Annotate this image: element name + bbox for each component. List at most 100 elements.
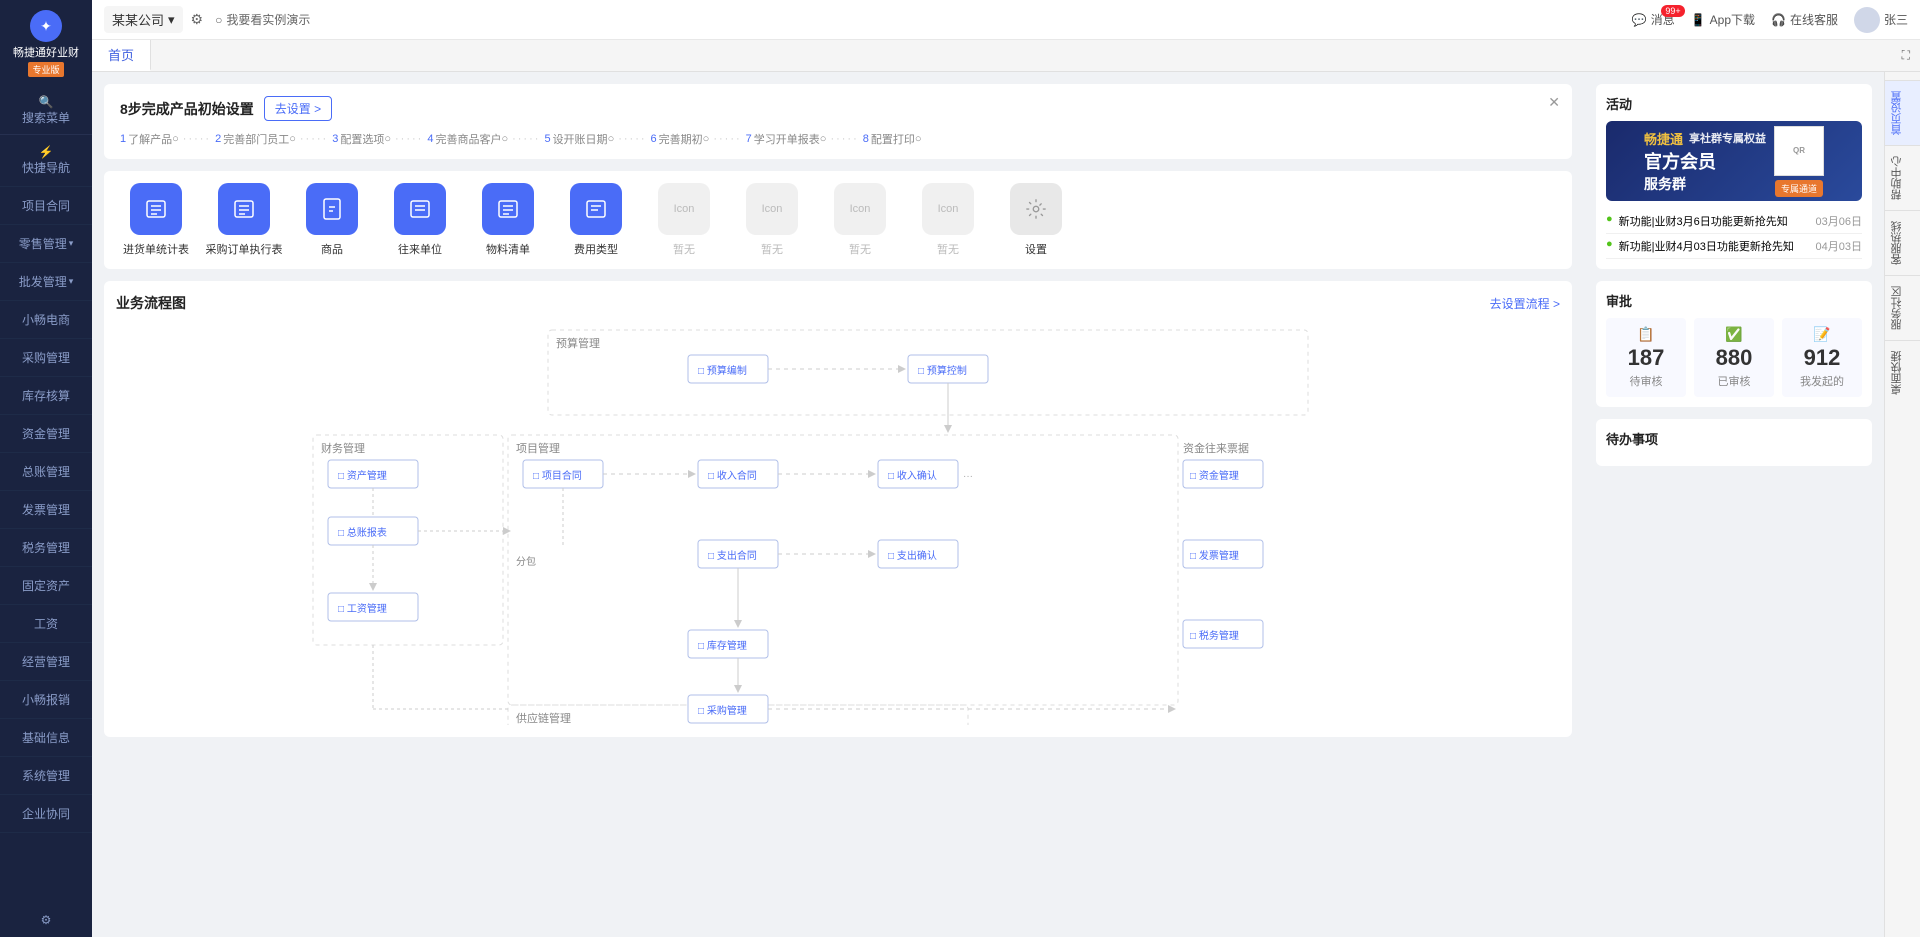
- quick-item-6[interactable]: Icon 暂无: [644, 183, 724, 257]
- demo-link[interactable]: ○ 我要看实例演示: [215, 11, 310, 28]
- svg-text:□ 项目合同: □ 项目合同: [533, 469, 582, 482]
- banner-btn[interactable]: 专属通道: [1775, 180, 1823, 197]
- expand-button[interactable]: ⛶: [1892, 40, 1920, 71]
- quick-icon-0: [130, 183, 182, 235]
- svg-text:□ 预算编制: □ 预算编制: [698, 364, 747, 377]
- approval-item-1[interactable]: ✅ 880 已审核: [1694, 318, 1774, 397]
- sidebar-search-label: 搜索菜单: [8, 109, 84, 126]
- sidebar-item-label-6: 采购管理: [22, 349, 70, 366]
- sidebar-item-label-1: 快捷导航: [22, 159, 70, 176]
- notice-item-0: ● 新功能|业财3月6日功能更新抢先知 03月06日: [1606, 209, 1862, 234]
- sidebar-item-quick-nav[interactable]: ⚡ 快捷导航: [0, 135, 92, 187]
- approval-item-2[interactable]: 📝 912 我发起的: [1782, 318, 1862, 397]
- topbar: 某某公司 ▾ ⚙ ○ 我要看实例演示 💬 消息 99+ 📱 App下载 🎧 在线…: [92, 0, 1920, 40]
- quick-icon-9: Icon: [922, 183, 974, 235]
- brand-text: 畅捷通: [1644, 129, 1683, 148]
- sidebar-item-label-12: 固定资产: [22, 577, 70, 594]
- quick-item-8[interactable]: Icon 暂无: [820, 183, 900, 257]
- sidebar-item-purchase[interactable]: 采购管理: [0, 339, 92, 377]
- sidebar-search[interactable]: 🔍 搜索菜单: [0, 87, 92, 135]
- close-banner-button[interactable]: ✕: [1548, 94, 1560, 111]
- quick-item-10[interactable]: 设置: [996, 183, 1076, 257]
- banner-subtitle: 享社群专属权益: [1689, 130, 1766, 146]
- svg-text:···: ···: [963, 471, 973, 482]
- step-1: 1 了解产品 ○: [120, 131, 179, 147]
- right-link-1[interactable]: 帮助中心: [1885, 145, 1920, 210]
- approval-grid: 📋 187 待审核 ✅ 880 已审核 📝 912 我发起的: [1606, 318, 1862, 397]
- company-selector[interactable]: 某某公司 ▾: [104, 6, 183, 33]
- settings-button[interactable]: ⚙: [191, 11, 204, 28]
- quick-label-8: 暂无: [849, 241, 871, 257]
- sidebar-item-fixed-assets[interactable]: 固定资产: [0, 567, 92, 605]
- quick-icon-4: [482, 183, 534, 235]
- approval-label-1: 已审核: [1698, 373, 1770, 389]
- sidebar-item-inventory[interactable]: 库存核算: [0, 377, 92, 415]
- activity-card: 活动 畅捷通 享社群专属权益 官方会员 服务群: [1596, 84, 1872, 269]
- approval-item-0[interactable]: 📋 187 待审核: [1606, 318, 1686, 397]
- user-menu[interactable]: 张三: [1854, 7, 1908, 33]
- flow-setup-link[interactable]: 去设置流程 >: [1490, 295, 1560, 312]
- right-link-0[interactable]: 首页设置: [1885, 80, 1920, 145]
- approval-label-2: 我发起的: [1786, 373, 1858, 389]
- quick-label-9: 暂无: [937, 241, 959, 257]
- sidebar-item-basic-info[interactable]: 基础信息: [0, 719, 92, 757]
- sidebar-item-ecom[interactable]: 小畅电商: [0, 301, 92, 339]
- svg-text:□ 资金管理: □ 资金管理: [1190, 469, 1239, 482]
- quick-item-3[interactable]: 往来单位: [380, 183, 460, 257]
- quick-label-10: 设置: [1025, 241, 1047, 257]
- nav-icon: ⚡: [39, 145, 54, 159]
- go-setup-button[interactable]: 去设置 >: [264, 96, 332, 121]
- message-icon: 💬: [1632, 13, 1647, 27]
- right-sidebar: 活动 畅捷通 享社群专属权益 官方会员 服务群: [1584, 72, 1884, 937]
- app-download-button[interactable]: 📱 App下载: [1691, 11, 1755, 28]
- svg-text:□ 发票管理: □ 发票管理: [1190, 549, 1239, 562]
- main-area: 某某公司 ▾ ⚙ ○ 我要看实例演示 💬 消息 99+ 📱 App下载 🎧 在线…: [92, 0, 1920, 937]
- sidebar-item-finance[interactable]: 资金管理: [0, 415, 92, 453]
- dot-icon-1: ●: [1606, 238, 1613, 250]
- sidebar-item-operations[interactable]: 经营管理: [0, 643, 92, 681]
- quick-item-9[interactable]: Icon 暂无: [908, 183, 988, 257]
- sidebar-item-system[interactable]: 系统管理: [0, 757, 92, 795]
- quick-label-2: 商品: [321, 241, 343, 257]
- sidebar-item-label-18: 企业协同: [22, 805, 70, 822]
- online-service-button[interactable]: 🎧 在线客服: [1771, 11, 1838, 28]
- sidebar-settings[interactable]: ⚙: [0, 903, 92, 937]
- sidebar-item-label-13: 工资: [34, 615, 58, 632]
- sidebar-item-project[interactable]: 项目合同: [0, 187, 92, 225]
- search-icon: 🔍: [39, 95, 54, 109]
- sidebar-item-retail[interactable]: 零售管理 ▾: [0, 225, 92, 263]
- quick-item-5[interactable]: 费用类型: [556, 183, 636, 257]
- chevron-down-icon: ▾: [168, 12, 175, 28]
- quick-item-1[interactable]: 采购订单执行表: [204, 183, 284, 257]
- expand-icon: ⛶: [1902, 48, 1910, 63]
- sidebar-item-wholesale[interactable]: 批发管理 ▾: [0, 263, 92, 301]
- right-link-2[interactable]: 客服热线: [1885, 210, 1920, 275]
- sidebar-item-invoice[interactable]: 发票管理: [0, 491, 92, 529]
- todo-title: 待办事项: [1606, 429, 1862, 448]
- quick-item-4[interactable]: 物料清单: [468, 183, 548, 257]
- step-6: 6 完善期初 ○: [651, 131, 710, 147]
- setup-title-row: 8步完成产品初始设置 去设置 >: [120, 96, 1556, 121]
- sidebar-item-enterprise[interactable]: 企业协同: [0, 795, 92, 833]
- quick-item-0[interactable]: 进货单统计表: [116, 183, 196, 257]
- step-4: 4 完善商品客户 ○: [427, 131, 508, 147]
- quick-label-5: 费用类型: [574, 241, 618, 257]
- right-link-4[interactable]: 桌面快捷: [1885, 340, 1920, 405]
- pending-icon: 📋: [1610, 326, 1682, 343]
- message-button[interactable]: 💬 消息 99+: [1632, 11, 1675, 28]
- quick-item-2[interactable]: 商品: [292, 183, 372, 257]
- tab-home[interactable]: 首页: [92, 40, 151, 71]
- sidebar-item-salary[interactable]: 工资: [0, 605, 92, 643]
- approval-num-0: 187: [1610, 345, 1682, 371]
- sidebar-item-ledger[interactable]: 总账管理: [0, 453, 92, 491]
- sidebar-item-expense[interactable]: 小畅报销: [0, 681, 92, 719]
- qr-section: QR 专属通道: [1774, 126, 1824, 197]
- quick-item-7[interactable]: Icon 暂无: [732, 183, 812, 257]
- step-8: 8 配置打印 ○: [863, 131, 922, 147]
- message-badge: 99+: [1661, 5, 1684, 17]
- tabs-bar: 首页 ⛶: [92, 40, 1920, 72]
- right-link-3[interactable]: 服务社区: [1885, 275, 1920, 340]
- sidebar-item-tax[interactable]: 税务管理: [0, 529, 92, 567]
- demo-text: 我要看实例演示: [226, 11, 310, 28]
- sidebar-item-label-10: 发票管理: [22, 501, 70, 518]
